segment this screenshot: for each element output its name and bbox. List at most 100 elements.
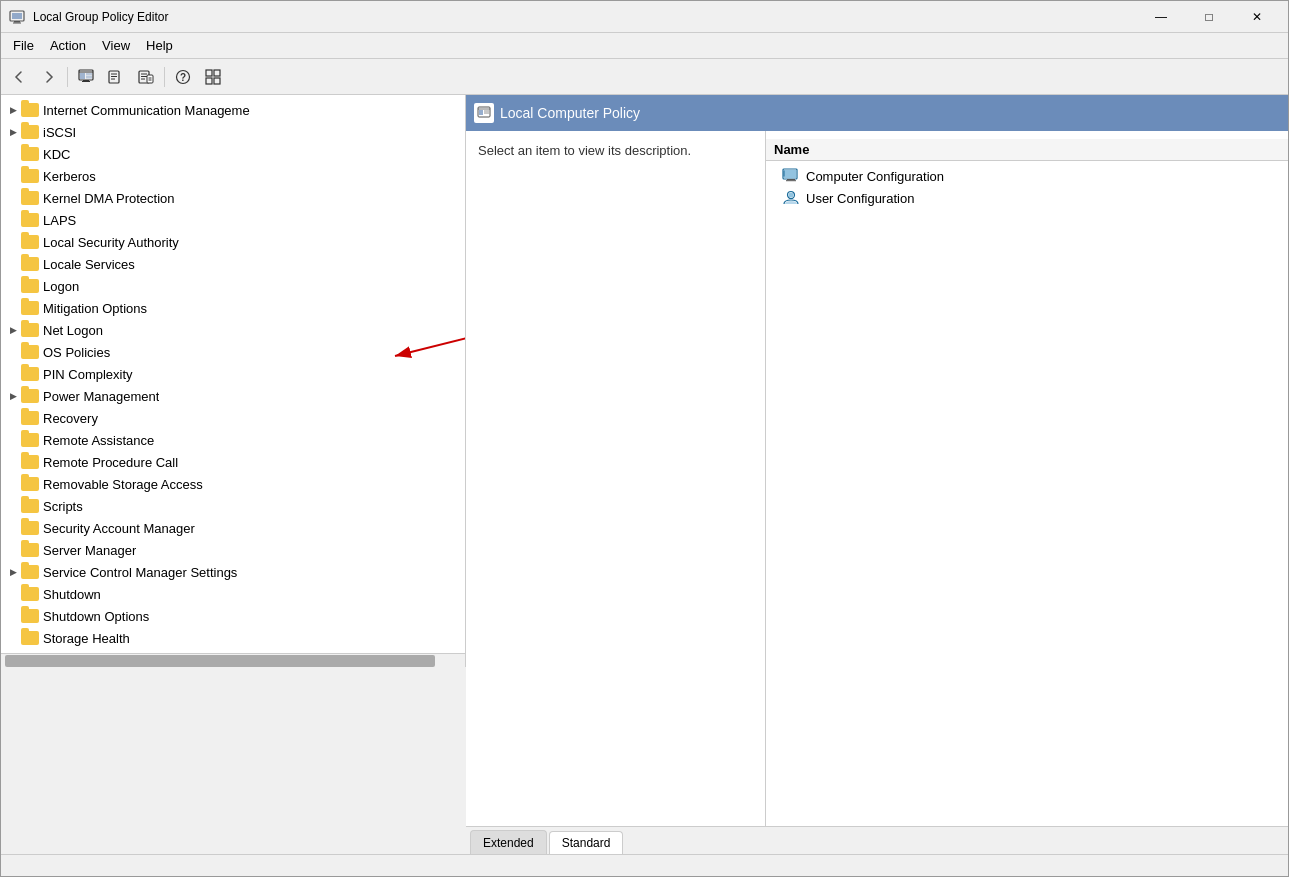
tab-standard[interactable]: Standard (549, 831, 624, 854)
tree-label: OS Policies (43, 345, 110, 360)
tree-item-kernel-dma[interactable]: ▶ Kernel DMA Protection (1, 187, 465, 209)
tree-label: Shutdown Options (43, 609, 149, 624)
computer-config-icon (782, 168, 800, 184)
menu-view[interactable]: View (94, 35, 138, 56)
folder-icon (21, 169, 39, 183)
left-pane-wrapper: ▶ Internet Communication Manageme ▶ iSCS… (1, 95, 466, 854)
close-button[interactable]: ✕ (1234, 2, 1280, 32)
folder-icon (21, 631, 39, 645)
horizontal-scrollbar[interactable] (1, 653, 466, 667)
back-button[interactable] (5, 63, 33, 91)
tree-pane: ▶ Internet Communication Manageme ▶ iSCS… (1, 95, 466, 653)
menu-file[interactable]: File (5, 35, 42, 56)
tree-item-kerberos[interactable]: ▶ Kerberos (1, 165, 465, 187)
folder-icon (21, 147, 39, 161)
svg-rect-35 (784, 170, 796, 178)
svg-rect-9 (83, 80, 89, 81)
tree-item-scripts[interactable]: ▶ Scripts (1, 495, 465, 517)
tree-item-remote-assistance[interactable]: ▶ Remote Assistance (1, 429, 465, 451)
tree-item-locale-services[interactable]: ▶ Locale Services (1, 253, 465, 275)
tree-item-iscsi[interactable]: ▶ iSCSI (1, 121, 465, 143)
properties-button[interactable] (102, 63, 130, 91)
svg-rect-37 (786, 180, 796, 181)
extend-button[interactable] (132, 63, 160, 91)
folder-icon (21, 235, 39, 249)
content-item-computer-config[interactable]: Computer Configuration (766, 165, 1288, 187)
tree-item-shutdown[interactable]: ▶ Shutdown (1, 583, 465, 605)
toolbar: ? (1, 59, 1288, 95)
svg-rect-19 (147, 75, 153, 83)
tree-label: Recovery (43, 411, 98, 426)
tree-item-remote-procedure-call[interactable]: ▶ Remote Procedure Call (1, 451, 465, 473)
svg-rect-6 (80, 73, 85, 79)
tree-label: Removable Storage Access (43, 477, 203, 492)
tab-extended[interactable]: Extended (470, 830, 547, 854)
tree-label: Kerberos (43, 169, 96, 184)
forward-button[interactable] (35, 63, 63, 91)
tree-label: Service Control Manager Settings (43, 565, 237, 580)
folder-icon (21, 609, 39, 623)
tree-label: KDC (43, 147, 70, 162)
minimize-button[interactable]: — (1138, 2, 1184, 32)
tree-item-laps[interactable]: ▶ LAPS (1, 209, 465, 231)
menu-bar: File Action View Help (1, 33, 1288, 59)
tree-item-logon[interactable]: ▶ Logon (1, 275, 465, 297)
folder-icon (21, 125, 39, 139)
description-pane: Select an item to view its description. (466, 131, 766, 826)
tree-label: Security Account Manager (43, 521, 195, 536)
folder-icon (21, 389, 39, 403)
content-item-user-config[interactable]: User Configuration (766, 187, 1288, 209)
svg-rect-7 (86, 73, 92, 76)
tree-item-shutdown-options[interactable]: ▶ Shutdown Options (1, 605, 465, 627)
folder-icon (21, 367, 39, 381)
folder-icon (21, 213, 39, 227)
svg-rect-1 (12, 13, 22, 19)
tree-item-removable-storage[interactable]: ▶ Removable Storage Access (1, 473, 465, 495)
tree-label: Kernel DMA Protection (43, 191, 175, 206)
main-content: ▶ Internet Communication Manageme ▶ iSCS… (1, 95, 1288, 854)
maximize-button[interactable]: □ (1186, 2, 1232, 32)
tree-item-server-manager[interactable]: ▶ Server Manager (1, 539, 465, 561)
status-bar (1, 854, 1288, 876)
tree-item-recovery[interactable]: ▶ Recovery (1, 407, 465, 429)
svg-rect-38 (783, 171, 785, 177)
tree-label: Remote Procedure Call (43, 455, 178, 470)
tree-label: Mitigation Options (43, 301, 147, 316)
help-button[interactable]: ? (169, 63, 197, 91)
folder-icon (21, 543, 39, 557)
tree-label: PIN Complexity (43, 367, 133, 382)
window-title: Local Group Policy Editor (33, 10, 1138, 24)
svg-rect-24 (206, 70, 212, 76)
tree-label: Locale Services (43, 257, 135, 272)
tree-item-local-security[interactable]: ▶ Local Security Authority (1, 231, 465, 253)
app-icon (9, 9, 25, 25)
console-root-button[interactable] (72, 63, 100, 91)
menu-action[interactable]: Action (42, 35, 94, 56)
view-button[interactable] (199, 63, 227, 91)
tree-label: Scripts (43, 499, 83, 514)
expander-icon: ▶ (5, 322, 21, 338)
window-controls: — □ ✕ (1138, 2, 1280, 32)
tree-label: Logon (43, 279, 79, 294)
column-header-name: Name (766, 139, 1288, 161)
folder-icon (21, 301, 39, 315)
tree-item-power-management[interactable]: ▶ Power Management (1, 385, 465, 407)
tree-item-service-control-manager[interactable]: ▶ Service Control Manager Settings (1, 561, 465, 583)
tree-item-security-account-manager[interactable]: ▶ Security Account Manager (1, 517, 465, 539)
folder-icon (21, 433, 39, 447)
tree-item-kdc[interactable]: ▶ KDC (1, 143, 465, 165)
folder-icon (21, 257, 39, 271)
tree-item-net-logon[interactable]: ▶ Net Logon (1, 319, 465, 341)
toolbar-separator-1 (67, 67, 68, 87)
folder-icon (21, 521, 39, 535)
tree-item-mitigation-options[interactable]: ▶ Mitigation Options (1, 297, 465, 319)
tree-label: Power Management (43, 389, 159, 404)
tree-item-os-policies[interactable]: ▶ OS Policies (1, 341, 465, 363)
right-pane-body: Select an item to view its description. … (466, 131, 1288, 826)
tree-item-pin-complexity[interactable]: ▶ PIN Complexity (1, 363, 465, 385)
svg-rect-3 (13, 22, 21, 23)
tree-item-storage-health[interactable]: ▶ Storage Health (1, 627, 465, 649)
menu-help[interactable]: Help (138, 35, 181, 56)
tree-label: Storage Health (43, 631, 130, 646)
tree-item-internet-comm[interactable]: ▶ Internet Communication Manageme (1, 99, 465, 121)
